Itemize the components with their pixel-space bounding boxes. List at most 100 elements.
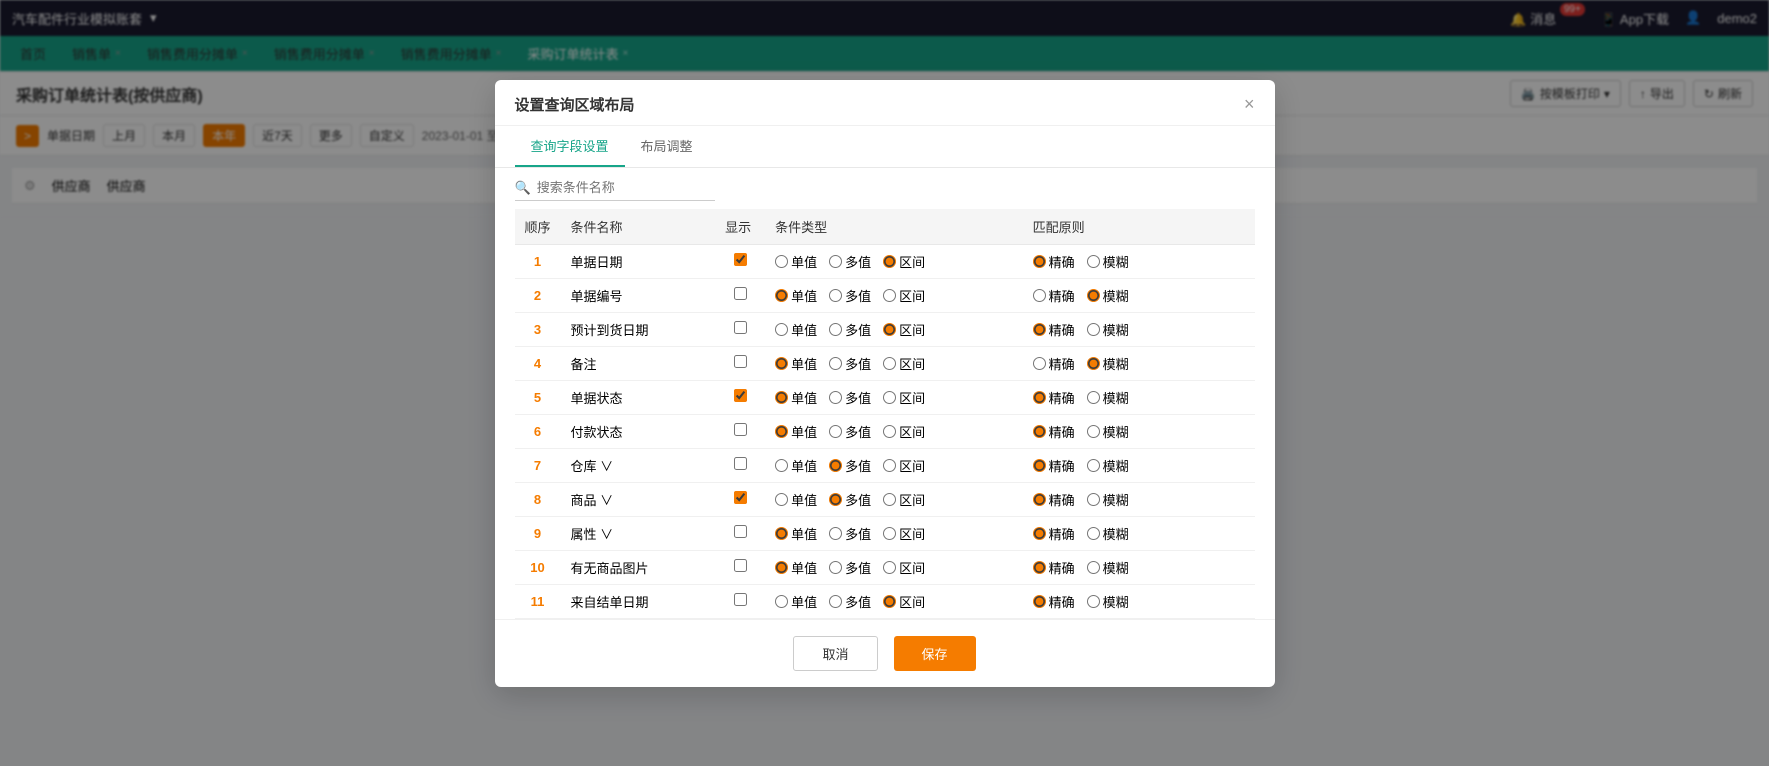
row-show[interactable] [715, 448, 765, 482]
type-radio-type_single[interactable]: 单值 [775, 320, 817, 339]
match-radio-match_fuzzy[interactable]: 模糊 [1087, 558, 1129, 577]
match-radio-match_fuzzy[interactable]: 模糊 [1087, 354, 1129, 373]
show-checkbox[interactable] [734, 457, 747, 470]
type-radio-type_range[interactable]: 区间 [883, 388, 925, 407]
search-input[interactable] [537, 180, 697, 195]
type-radio-type_multi[interactable]: 多值 [829, 558, 871, 577]
row-show[interactable] [715, 312, 765, 346]
row-match[interactable]: 精确模糊 [1023, 346, 1255, 380]
row-type[interactable]: 单值多值区间 [765, 516, 1023, 550]
type-radio-type_single[interactable]: 单值 [775, 524, 817, 543]
type-radio-type_single[interactable]: 单值 [775, 388, 817, 407]
type-radio-type_range[interactable]: 区间 [883, 422, 925, 441]
row-match[interactable]: 精确模糊 [1023, 244, 1255, 278]
type-radio-type_range[interactable]: 区间 [883, 320, 925, 339]
match-radio-match_exact[interactable]: 精确 [1033, 388, 1075, 407]
type-radio-type_single[interactable]: 单值 [775, 252, 817, 271]
tab-layout-adjust[interactable]: 布局调整 [625, 126, 709, 167]
type-radio-type_range[interactable]: 区间 [883, 456, 925, 475]
show-checkbox[interactable] [734, 423, 747, 436]
match-radio-match_exact[interactable]: 精确 [1033, 558, 1075, 577]
show-checkbox[interactable] [734, 355, 747, 368]
type-radio-type_multi[interactable]: 多值 [829, 524, 871, 543]
modal-close-button[interactable]: × [1244, 95, 1255, 113]
show-checkbox[interactable] [734, 321, 747, 334]
row-show[interactable] [715, 482, 765, 516]
match-radio-match_fuzzy[interactable]: 模糊 [1087, 524, 1129, 543]
row-match[interactable]: 精确模糊 [1023, 550, 1255, 584]
type-radio-type_multi[interactable]: 多值 [829, 320, 871, 339]
row-type[interactable]: 单值多值区间 [765, 346, 1023, 380]
row-match[interactable]: 精确模糊 [1023, 278, 1255, 312]
type-radio-type_single[interactable]: 单值 [775, 286, 817, 305]
type-radio-type_multi[interactable]: 多值 [829, 592, 871, 611]
row-show[interactable] [715, 244, 765, 278]
row-type[interactable]: 单值多值区间 [765, 482, 1023, 516]
show-checkbox[interactable] [734, 287, 747, 300]
type-radio-type_range[interactable]: 区间 [883, 558, 925, 577]
match-radio-match_exact[interactable]: 精确 [1033, 524, 1075, 543]
match-radio-match_exact[interactable]: 精确 [1033, 354, 1075, 373]
match-radio-match_fuzzy[interactable]: 模糊 [1087, 286, 1129, 305]
row-type[interactable]: 单值多值区间 [765, 278, 1023, 312]
row-type[interactable]: 单值多值区间 [765, 448, 1023, 482]
type-radio-type_multi[interactable]: 多值 [829, 456, 871, 475]
row-match[interactable]: 精确模糊 [1023, 312, 1255, 346]
row-match[interactable]: 精确模糊 [1023, 482, 1255, 516]
tab-query-fields[interactable]: 查询字段设置 [515, 126, 625, 167]
row-match[interactable]: 精确模糊 [1023, 380, 1255, 414]
row-match[interactable]: 精确模糊 [1023, 448, 1255, 482]
type-radio-type_single[interactable]: 单值 [775, 422, 817, 441]
type-radio-type_multi[interactable]: 多值 [829, 354, 871, 373]
type-radio-type_single[interactable]: 单值 [775, 558, 817, 577]
type-radio-type_range[interactable]: 区间 [883, 524, 925, 543]
match-radio-match_exact[interactable]: 精确 [1033, 320, 1075, 339]
row-show[interactable] [715, 346, 765, 380]
show-checkbox[interactable] [734, 525, 747, 538]
row-show[interactable] [715, 278, 765, 312]
row-match[interactable]: 精确模糊 [1023, 584, 1255, 618]
match-radio-match_fuzzy[interactable]: 模糊 [1087, 490, 1129, 509]
type-radio-type_single[interactable]: 单值 [775, 592, 817, 611]
match-radio-match_exact[interactable]: 精确 [1033, 422, 1075, 441]
row-show[interactable] [715, 550, 765, 584]
row-type[interactable]: 单值多值区间 [765, 584, 1023, 618]
type-radio-type_range[interactable]: 区间 [883, 354, 925, 373]
type-radio-type_multi[interactable]: 多值 [829, 490, 871, 509]
show-checkbox[interactable] [734, 559, 747, 572]
match-radio-match_fuzzy[interactable]: 模糊 [1087, 388, 1129, 407]
row-match[interactable]: 精确模糊 [1023, 516, 1255, 550]
type-radio-type_multi[interactable]: 多值 [829, 286, 871, 305]
row-match[interactable]: 精确模糊 [1023, 414, 1255, 448]
type-radio-type_range[interactable]: 区间 [883, 490, 925, 509]
save-button[interactable]: 保存 [894, 636, 976, 671]
show-checkbox[interactable] [734, 593, 747, 606]
type-radio-type_range[interactable]: 区间 [883, 252, 925, 271]
type-radio-type_single[interactable]: 单值 [775, 354, 817, 373]
show-checkbox[interactable] [734, 253, 747, 266]
show-checkbox[interactable] [734, 389, 747, 402]
match-radio-match_exact[interactable]: 精确 [1033, 490, 1075, 509]
type-radio-type_range[interactable]: 区间 [883, 286, 925, 305]
match-radio-match_fuzzy[interactable]: 模糊 [1087, 422, 1129, 441]
type-radio-type_single[interactable]: 单值 [775, 456, 817, 475]
row-type[interactable]: 单值多值区间 [765, 380, 1023, 414]
row-show[interactable] [715, 380, 765, 414]
row-type[interactable]: 单值多值区间 [765, 550, 1023, 584]
row-show[interactable] [715, 516, 765, 550]
match-radio-match_exact[interactable]: 精确 [1033, 252, 1075, 271]
row-type[interactable]: 单值多值区间 [765, 244, 1023, 278]
type-radio-type_range[interactable]: 区间 [883, 592, 925, 611]
row-type[interactable]: 单值多值区间 [765, 414, 1023, 448]
match-radio-match_exact[interactable]: 精确 [1033, 456, 1075, 475]
match-radio-match_fuzzy[interactable]: 模糊 [1087, 592, 1129, 611]
match-radio-match_fuzzy[interactable]: 模糊 [1087, 320, 1129, 339]
row-type[interactable]: 单值多值区间 [765, 312, 1023, 346]
type-radio-type_multi[interactable]: 多值 [829, 388, 871, 407]
match-radio-match_exact[interactable]: 精确 [1033, 286, 1075, 305]
type-radio-type_multi[interactable]: 多值 [829, 252, 871, 271]
row-show[interactable] [715, 584, 765, 618]
match-radio-match_exact[interactable]: 精确 [1033, 592, 1075, 611]
match-radio-match_fuzzy[interactable]: 模糊 [1087, 252, 1129, 271]
show-checkbox[interactable] [734, 491, 747, 504]
